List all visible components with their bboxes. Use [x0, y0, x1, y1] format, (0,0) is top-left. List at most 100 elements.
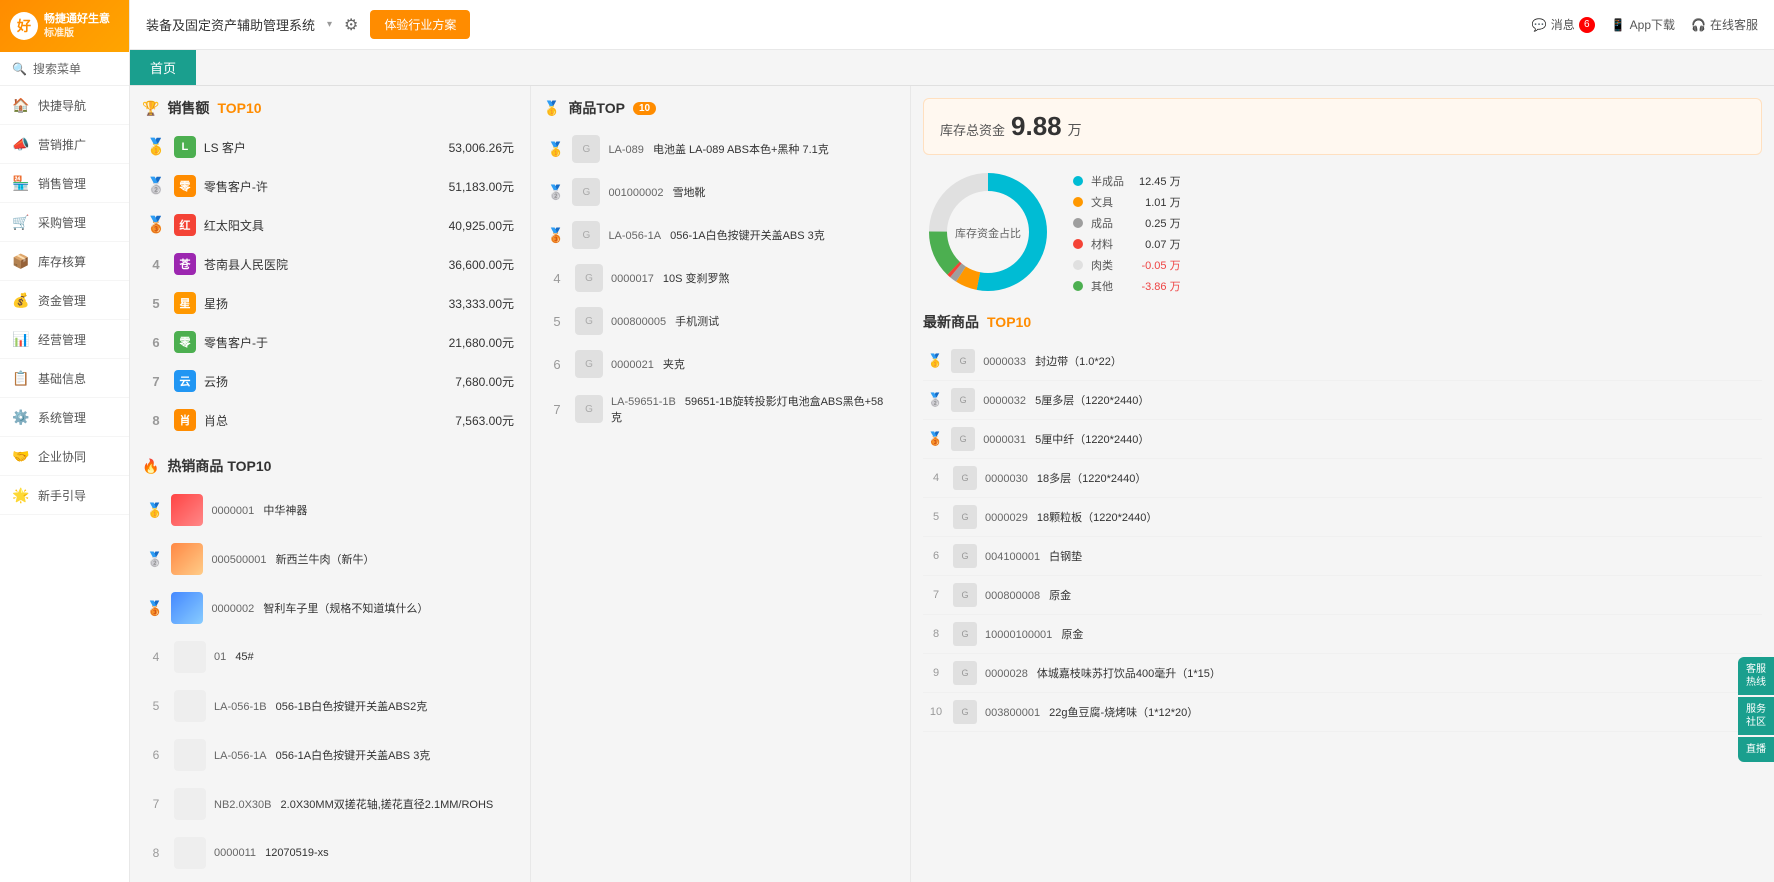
- hot-product-row: 9 KK-SD22110H 花语萌恒温分腿睡袋（厚款）: [142, 878, 518, 882]
- sidebar-item-system[interactable]: ⚙️ 系统管理: [0, 398, 129, 437]
- notification-badge: 6: [1579, 17, 1595, 33]
- rank-number: 5: [146, 296, 166, 311]
- top-product-row: 🥇 G LA-089 电池盖 LA-089 ABS本色+黑种 7.1克: [543, 128, 898, 171]
- product-image: G: [575, 395, 603, 423]
- rank-number: 8: [146, 846, 166, 860]
- dropdown-arrow-icon[interactable]: ▾: [327, 19, 332, 30]
- nav-icon-finance: 💰: [12, 291, 30, 309]
- sales-amount: 36,600.00元: [449, 256, 514, 273]
- latest-product-row: 9 G 0000028 体城嘉枝味苏打饮品400毫升（1*15）: [923, 654, 1762, 693]
- legend-dot: [1073, 176, 1083, 186]
- sidebar-item-marketing[interactable]: 📣 营销推广: [0, 125, 129, 164]
- sales-ranking-row: 5 星 星扬 33,333.00元: [142, 284, 518, 323]
- sidebar-item-basic-info[interactable]: 📋 基础信息: [0, 359, 129, 398]
- nav-label-marketing: 营销推广: [38, 136, 86, 153]
- nav-icon-quick-nav: 🏠: [12, 96, 30, 114]
- search-icon: 🔍: [12, 62, 27, 76]
- notification-label: 消息: [1551, 16, 1575, 33]
- latest-product-image: G: [953, 505, 977, 529]
- settings-icon[interactable]: ⚙: [344, 15, 358, 35]
- rank-badge: 肖: [174, 409, 196, 431]
- latest-product-name: 白钢垫: [1049, 551, 1082, 563]
- rank-number: 6: [146, 335, 166, 350]
- donut-chart: 库存资金占比: [923, 167, 1053, 300]
- hot-product-code: 01: [214, 651, 226, 663]
- latest-product-info: 0000031 5厘中纤（1220*2440）: [983, 431, 1758, 447]
- product-image: G: [575, 307, 603, 335]
- product-name: 雪地靴: [673, 187, 706, 199]
- logo-text2: 标准版: [44, 27, 110, 40]
- hot-product-name: 056-1A白色按键开关盖ABS 3克: [276, 750, 431, 762]
- product-code: 000800005: [611, 316, 666, 328]
- online-service[interactable]: 🎧 在线客服: [1691, 16, 1758, 33]
- rank-badge: 苍: [174, 253, 196, 275]
- product-image: G: [575, 264, 603, 292]
- latest-product-code: 004100001: [985, 551, 1040, 563]
- top-product-row: 6 G 0000021 夹克: [543, 343, 898, 386]
- hot-product-name: 中华神器: [263, 505, 307, 517]
- nav-icon-operations: 📊: [12, 330, 30, 348]
- float-service-button[interactable]: 服务 社区: [1738, 697, 1774, 735]
- middle-panel: 🥇 商品TOP 10 🥇 G LA-089 电池盖 LA-089 ABS本色+黑…: [530, 86, 910, 882]
- hot-product-info: NB2.0X30B 2.0X30MM双搓花轴,搓花直径2.1MM/ROHS: [214, 796, 514, 812]
- latest-product-image: G: [951, 349, 975, 373]
- latest-product-row: 6 G 004100001 白钢垫: [923, 537, 1762, 576]
- legend-dot: [1073, 239, 1083, 249]
- nav-icon-basic-info: 📋: [12, 369, 30, 387]
- latest-product-info: 0000029 18颗粒板（1220*2440）: [985, 509, 1758, 525]
- hot-products-title: 热销商品 TOP10: [167, 456, 271, 476]
- sidebar-item-inventory[interactable]: 📦 库存核算: [0, 242, 129, 281]
- product-code: LA-59651-1B: [611, 396, 676, 408]
- sidebar-item-finance[interactable]: 💰 资金管理: [0, 281, 129, 320]
- header-right: 💬 消息 6 📱 App下载 🎧 在线客服: [1532, 16, 1758, 33]
- sidebar-item-corp[interactable]: 🤝 企业协同: [0, 437, 129, 476]
- left-panel: 🏆 销售额 TOP10 🥇 L LS 客户 53,006.26元 🥈 零 零售客…: [130, 86, 530, 882]
- sidebar-item-operations[interactable]: 📊 经营管理: [0, 320, 129, 359]
- latest-product-row: 7 G 000800008 原金: [923, 576, 1762, 615]
- medal-icon: 🥇: [146, 502, 163, 519]
- legend-item: 成品 0.25 万: [1073, 215, 1181, 231]
- sidebar-item-quick-nav[interactable]: 🏠 快捷导航: [0, 86, 129, 125]
- product-image: G: [572, 178, 600, 206]
- latest-product-image: G: [953, 661, 977, 685]
- rank-badge: 云: [174, 370, 196, 392]
- trial-button[interactable]: 体验行业方案: [370, 10, 470, 39]
- legend-item: 肉类 -0.05 万: [1073, 257, 1181, 273]
- gold-medal-icon: 🥇: [146, 137, 166, 157]
- notifications[interactable]: 💬 消息 6: [1532, 16, 1595, 33]
- rank-number: 7: [547, 402, 567, 417]
- customer-name: 零售客户-于: [204, 334, 441, 351]
- hot-product-code: 0000011: [214, 847, 256, 859]
- top-product-row: 4 G 0000017 10S 变刹罗煞: [543, 257, 898, 300]
- hot-product-name: 056-1B白色按键开关盖ABS2克: [276, 701, 428, 713]
- latest-products-header: 最新商品 TOP10: [923, 312, 1762, 332]
- medal-icon: 🥉: [927, 431, 943, 447]
- float-service-button[interactable]: 客服 热线: [1738, 657, 1774, 695]
- latest-product-code: 0000028: [985, 668, 1028, 680]
- latest-product-info: 0000032 5厘多层（1220*2440）: [983, 392, 1758, 408]
- search-menu[interactable]: 🔍 搜索菜单: [0, 52, 129, 86]
- legend-value: 0.07 万: [1145, 236, 1180, 252]
- customer-name: 苍南县人民医院: [204, 256, 441, 273]
- hot-products-list: 🥇 0000001 中华神器 🥈 000500001 新西兰牛肉（新牛） 🥉 0…: [142, 486, 518, 882]
- rank-number: 10: [927, 706, 945, 718]
- nav-label-basic-info: 基础信息: [38, 370, 86, 387]
- app-download[interactable]: 📱 App下载: [1611, 16, 1675, 33]
- float-service-button[interactable]: 直播: [1738, 737, 1774, 762]
- sidebar-item-guide[interactable]: 🌟 新手引导: [0, 476, 129, 515]
- product-info: 000800005 手机测试: [611, 313, 894, 329]
- latest-product-image: G: [953, 622, 977, 646]
- sidebar-item-sales[interactable]: 🏪 销售管理: [0, 164, 129, 203]
- latest-product-name: 原金: [1049, 590, 1071, 602]
- hot-product-row: 6 LA-056-1A 056-1A白色按键开关盖ABS 3克: [142, 731, 518, 780]
- hot-product-code: NB2.0X30B: [214, 799, 271, 811]
- top-header: 装备及固定资产辅助管理系统 ▾ ⚙ 体验行业方案 💬 消息 6 📱 App下载 …: [130, 0, 1774, 50]
- latest-product-code: 0000031: [983, 434, 1026, 446]
- hot-product-image: [174, 739, 206, 771]
- top-products-list: 🥇 G LA-089 电池盖 LA-089 ABS本色+黑种 7.1克 🥈 G …: [543, 128, 898, 433]
- hot-product-name: 45#: [235, 651, 253, 663]
- sidebar-item-purchase[interactable]: 🛒 采购管理: [0, 203, 129, 242]
- rank-badge: L: [174, 136, 196, 158]
- tab-首页[interactable]: 首页: [130, 50, 196, 85]
- hot-product-name: 2.0X30MM双搓花轴,搓花直径2.1MM/ROHS: [281, 799, 494, 811]
